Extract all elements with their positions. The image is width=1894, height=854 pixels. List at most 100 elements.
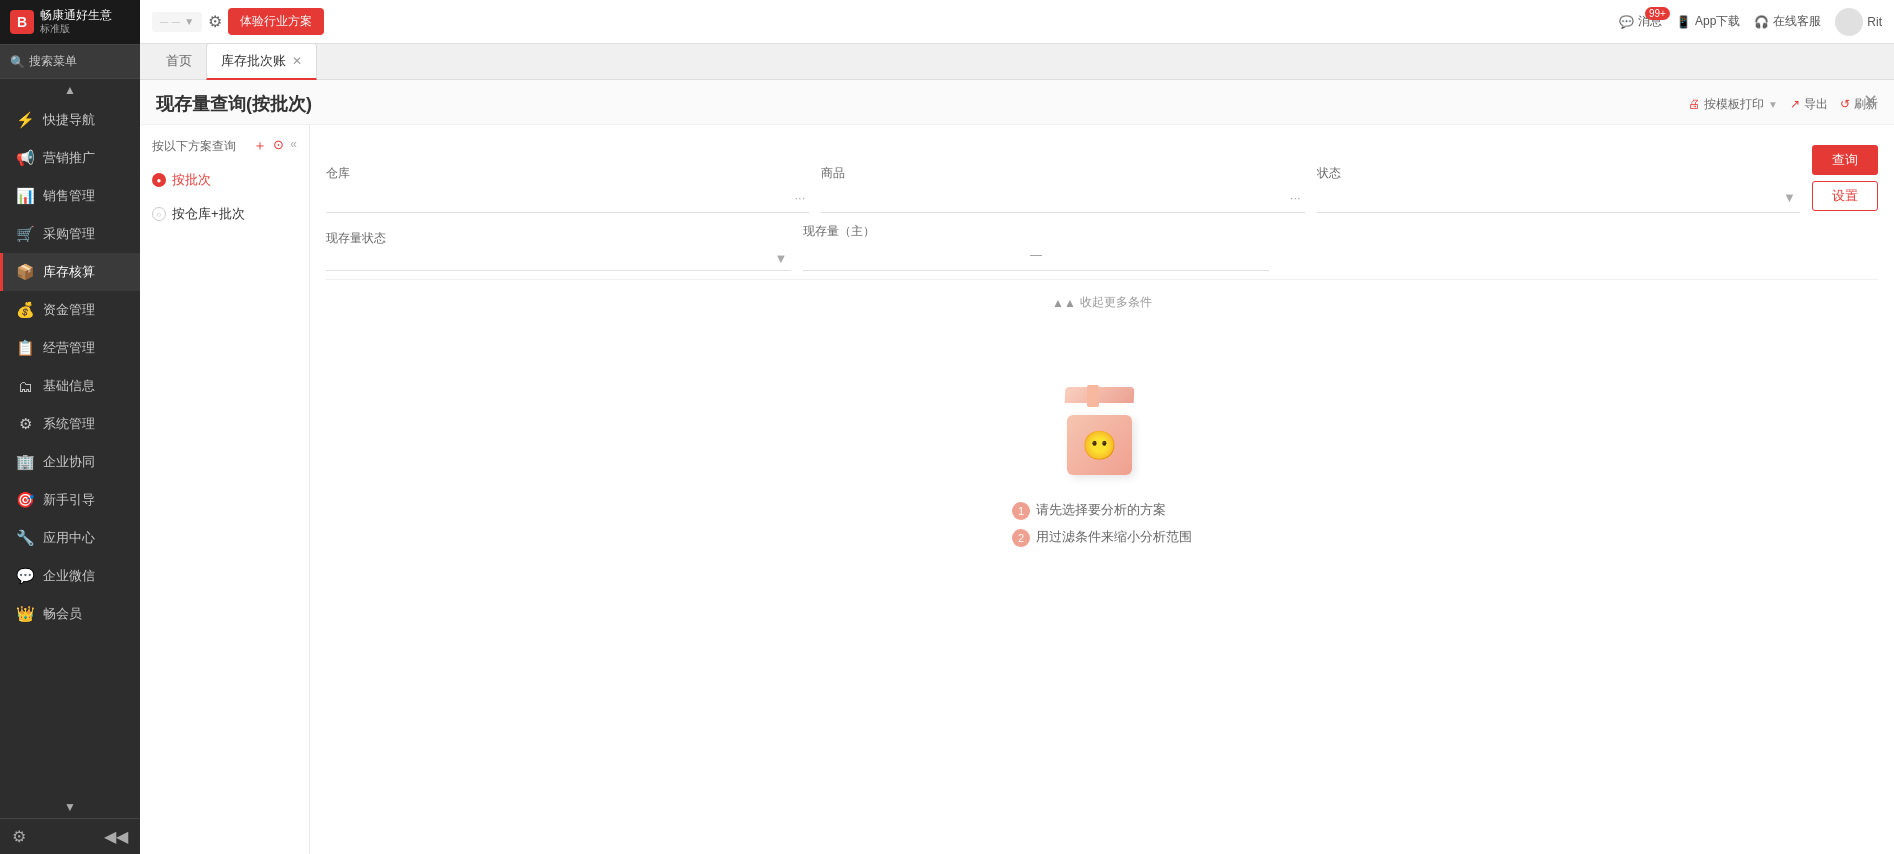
tab-batch-account-label: 库存批次账 [221, 52, 286, 70]
sidebar-item-sales[interactable]: 📊 销售管理 [0, 177, 140, 215]
left-panel-title: 按以下方案查询 [152, 138, 236, 155]
wechat-label: 企业微信 [43, 567, 95, 585]
left-panel: 按以下方案查询 ＋ ⊙ « ● 按批次 ○ 按仓库+批次 [140, 125, 310, 854]
basic-label: 基础信息 [43, 377, 95, 395]
inventory-label: 库存核算 [43, 263, 95, 281]
tab-close-icon[interactable]: ✕ [292, 54, 302, 68]
vip-label: 畅会员 [43, 605, 82, 623]
sidebar-item-basic[interactable]: 🗂 基础信息 [0, 367, 140, 405]
wechat-icon: 💬 [15, 567, 35, 585]
inventory-qty-label: 现存量（主） [803, 223, 1268, 240]
left-panel-header: 按以下方案查询 ＋ ⊙ « [140, 133, 309, 163]
inventory-qty-dash: — [1030, 248, 1042, 262]
app-download-item[interactable]: 📱 App下载 [1676, 13, 1740, 30]
enterprise-icon: 🏢 [15, 453, 35, 471]
page-title: 现存量查询(按批次) [156, 92, 312, 116]
message-icon: 💬 [1619, 15, 1634, 29]
settings-icon[interactable]: ⚙ [12, 827, 26, 846]
topbar-left: ─ ─ ▼ ⚙ 体验行业方案 [152, 8, 1611, 35]
newbie-label: 新手引导 [43, 491, 95, 509]
settings-scheme-icon[interactable]: ⊙ [273, 137, 284, 155]
user-avatar [1835, 8, 1863, 36]
scheme-by-batch-label: 按批次 [172, 171, 211, 189]
export-btn[interactable]: ↗ 导出 [1790, 96, 1828, 113]
marketing-icon: 📢 [15, 149, 35, 167]
inventory-icon: 📦 [15, 263, 35, 281]
sidebar-item-system[interactable]: ⚙ 系统管理 [0, 405, 140, 443]
main-area: ─ ─ ▼ ⚙ 体验行业方案 💬 消息 99+ 📱 App下载 🎧 在线客服 [140, 0, 1894, 854]
inventory-qty-min[interactable] [803, 244, 1026, 266]
sidebar-item-newbie[interactable]: 🎯 新手引导 [0, 481, 140, 519]
status-dropdown-icon[interactable]: ▼ [1779, 190, 1800, 205]
collapse-conditions-btn[interactable]: ▲▲ 收起更多条件 [326, 288, 1878, 317]
product-input[interactable] [821, 186, 1285, 208]
page-header: 现存量查询(按批次) 🖨 按模板打印 ▼ ↗ 导出 ↺ 刷新 ✕ [140, 80, 1894, 125]
sidebar-item-operation[interactable]: 📋 经营管理 [0, 329, 140, 367]
inventory-qty-max[interactable] [1046, 244, 1269, 266]
left-panel-header-actions: ＋ ⊙ « [253, 137, 297, 155]
scheme-by-batch[interactable]: ● 按批次 [140, 163, 309, 197]
sidebar-header: B 畅康通好生意 标准版 [0, 0, 140, 45]
purchase-label: 采购管理 [43, 225, 95, 243]
basic-icon: 🗂 [15, 378, 35, 395]
tab-home[interactable]: 首页 [152, 44, 206, 80]
online-service-item[interactable]: 🎧 在线客服 [1754, 13, 1821, 30]
print-label: 按模板打印 [1704, 96, 1764, 113]
settings-button[interactable]: 设置 [1812, 181, 1878, 211]
sidebar-scroll-down[interactable]: ▼ [0, 796, 140, 818]
empty-tip-2: 2 用过滤条件来缩小分析范围 [1012, 528, 1192, 547]
gear-icon[interactable]: ⚙ [208, 12, 222, 31]
breadcrumb: ─ ─ ▼ [152, 12, 202, 32]
scheme-active-dot: ● [152, 173, 166, 187]
add-scheme-icon[interactable]: ＋ [253, 137, 267, 155]
print-btn[interactable]: 🖨 按模板打印 ▼ [1688, 96, 1778, 113]
page-header-actions: 🖨 按模板打印 ▼ ↗ 导出 ↺ 刷新 ✕ [1688, 96, 1878, 113]
sidebar-item-enterprise[interactable]: 🏢 企业协同 [0, 443, 140, 481]
search-label: 搜索菜单 [29, 53, 77, 70]
phone-icon: 📱 [1676, 15, 1691, 29]
tip-num-2: 2 [1012, 529, 1030, 547]
inventory-status-dropdown-icon[interactable]: ▼ [770, 251, 791, 266]
sidebar-item-wechat[interactable]: 💬 企业微信 [0, 557, 140, 595]
query-button[interactable]: 查询 [1812, 145, 1878, 175]
search-icon: 🔍 [10, 55, 25, 69]
sidebar-item-quicknav[interactable]: ⚡ 快捷导航 [0, 101, 140, 139]
user-profile[interactable]: Rit [1835, 8, 1882, 36]
status-input[interactable] [1317, 186, 1779, 208]
empty-tips: 1 请先选择要分析的方案 2 用过滤条件来缩小分析范围 [1012, 501, 1192, 547]
sidebar-item-appstore[interactable]: 🔧 应用中心 [0, 519, 140, 557]
system-icon: ⚙ [15, 415, 35, 433]
tip-text-1: 请先选择要分析的方案 [1036, 501, 1166, 519]
breadcrumb-text: ─ ─ [160, 15, 180, 29]
sidebar-item-vip[interactable]: 👑 畅会员 [0, 595, 140, 633]
experience-button[interactable]: 体验行业方案 [228, 8, 324, 35]
content-area: 现存量查询(按批次) 🖨 按模板打印 ▼ ↗ 导出 ↺ 刷新 ✕ [140, 80, 1894, 854]
print-dropdown-icon[interactable]: ▼ [1768, 99, 1778, 110]
sidebar-item-marketing[interactable]: 📢 营销推广 [0, 139, 140, 177]
tabbar: 首页 库存批次账 ✕ [140, 44, 1894, 80]
collapse-sidebar-icon[interactable]: ◀◀ [104, 827, 128, 846]
breadcrumb-dropdown-icon[interactable]: ▼ [184, 16, 194, 27]
sidebar-search[interactable]: 🔍 搜索菜单 [0, 45, 140, 79]
marketing-label: 营销推广 [43, 149, 95, 167]
warehouse-input[interactable] [326, 186, 790, 208]
sidebar: B 畅康通好生意 标准版 🔍 搜索菜单 ▲ ⚡ 快捷导航 📢 营销推广 📊 销售… [0, 0, 140, 854]
appstore-icon: 🔧 [15, 529, 35, 547]
sidebar-item-finance[interactable]: 💰 资金管理 [0, 291, 140, 329]
messages-item[interactable]: 💬 消息 99+ [1619, 13, 1662, 30]
product-more-btn[interactable]: ··· [1286, 190, 1305, 205]
sidebar-item-inventory[interactable]: 📦 库存核算 [0, 253, 140, 291]
right-content: 仓库 ··· 商品 ··· [310, 125, 1894, 854]
empty-state: 😶 1 请先选择要分析的方案 [326, 325, 1878, 607]
sales-label: 销售管理 [43, 187, 95, 205]
sidebar-item-purchase[interactable]: 🛒 采购管理 [0, 215, 140, 253]
scheme-by-warehouse-batch[interactable]: ○ 按仓库+批次 [140, 197, 309, 231]
quicknav-icon: ⚡ [15, 111, 35, 129]
enterprise-label: 企业协同 [43, 453, 95, 471]
tab-batch-account[interactable]: 库存批次账 ✕ [206, 43, 317, 80]
sidebar-scroll-up[interactable]: ▲ [0, 79, 140, 101]
newbie-icon: 🎯 [15, 491, 35, 509]
content-close-button[interactable]: ✕ [1863, 90, 1878, 112]
warehouse-more-btn[interactable]: ··· [790, 190, 809, 205]
collapse-panel-icon[interactable]: « [290, 137, 297, 155]
